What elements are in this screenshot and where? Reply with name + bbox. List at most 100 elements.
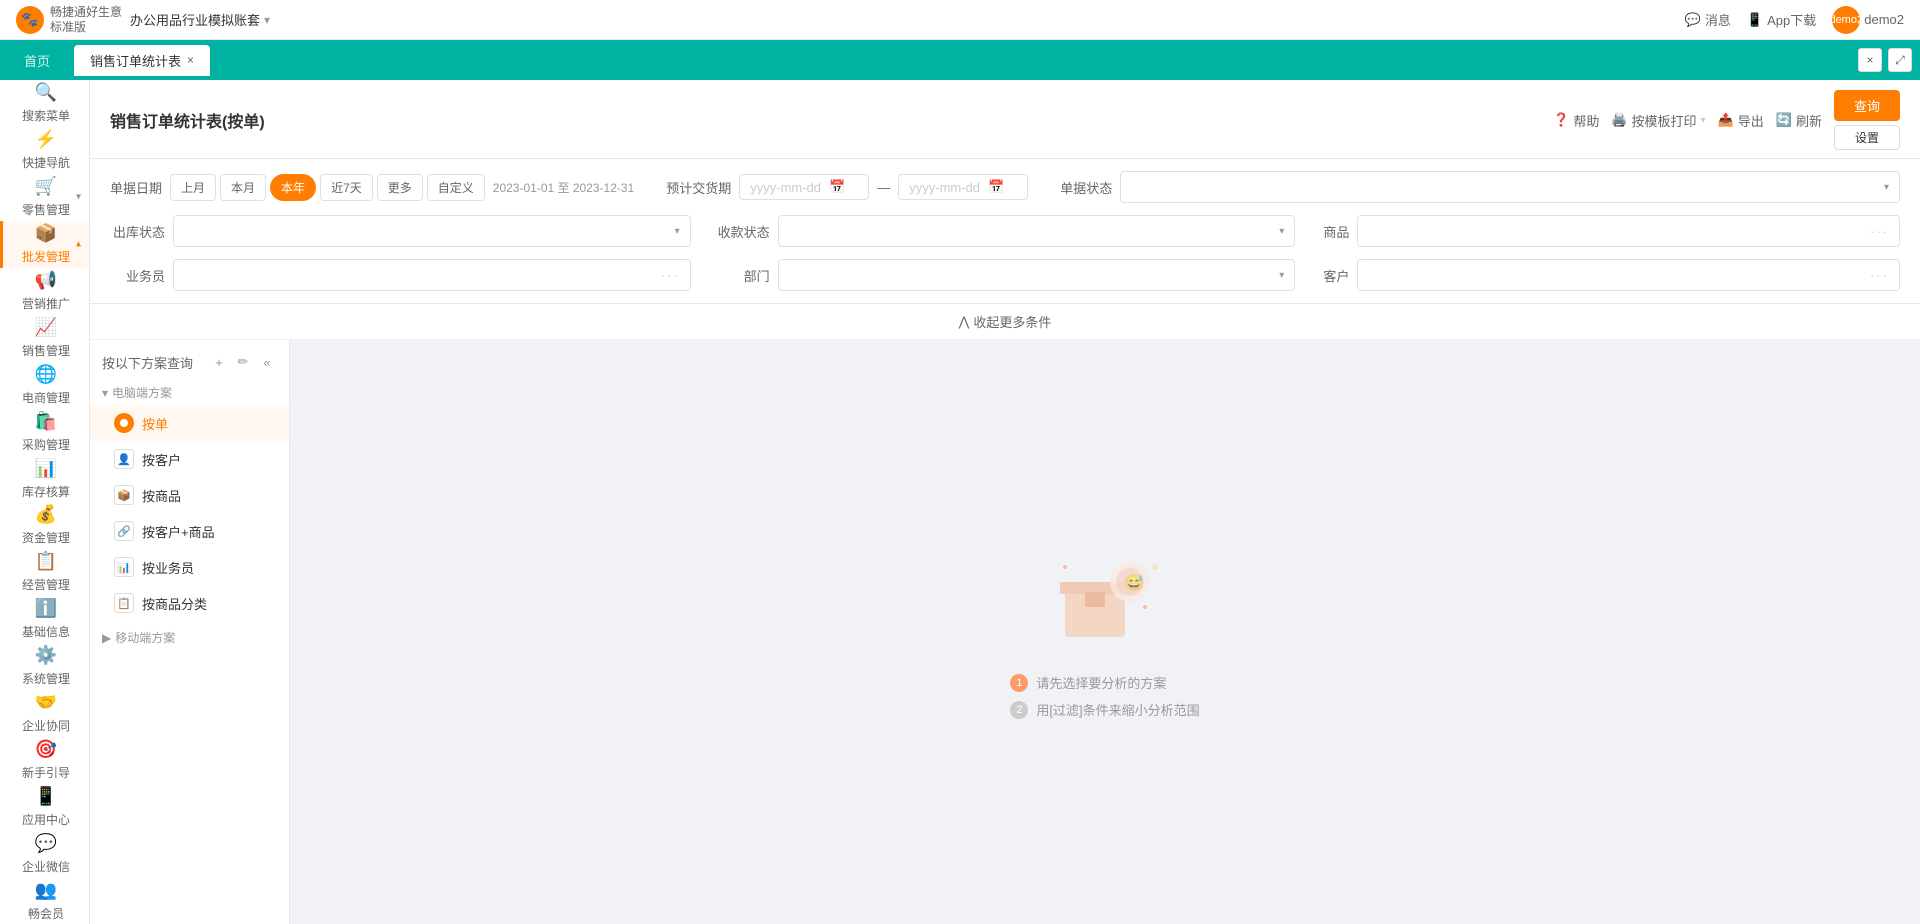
retail-icon: 🛒 xyxy=(35,176,57,197)
order-scheme-icon xyxy=(114,413,134,433)
salesperson-filter: 业务员 ··· xyxy=(110,259,691,291)
app-download-btn[interactable]: 📱 App下载 xyxy=(1747,10,1816,29)
payment-status-label: 收款状态 xyxy=(715,222,770,241)
tip1-num: 1 xyxy=(1010,674,1028,692)
salesperson-scheme-icon: 📊 xyxy=(114,557,134,577)
scheme-edit-btn[interactable]: ✏ xyxy=(233,352,253,372)
top-title: 办公用品行业模拟账套 ▾ xyxy=(130,10,270,29)
sidebar-item-retail[interactable]: 🛒 零售管理 ▾ xyxy=(0,174,89,221)
svg-text:😅: 😅 xyxy=(1124,574,1144,592)
goods-input[interactable]: ··· xyxy=(1357,215,1900,247)
messages-btn[interactable]: 💬 消息 xyxy=(1685,10,1731,29)
sidebar-item-system[interactable]: ⚙️ 系统管理 xyxy=(0,643,89,690)
date-label: 单据日期 xyxy=(110,178,162,197)
tab-sales-order[interactable]: 销售订单统计表 × xyxy=(74,45,210,76)
customer-input[interactable]: ··· xyxy=(1357,259,1900,291)
tab-close-window-btn[interactable]: × xyxy=(1858,48,1882,72)
tab-home[interactable]: 首页 xyxy=(8,45,66,76)
customer-goods-scheme-icon: 🔗 xyxy=(114,521,134,541)
customer-scheme-icon: 👤 xyxy=(114,449,134,469)
print-icon: 🖨️ xyxy=(1611,112,1627,128)
left-scheme-panel: 按以下方案查询 + ✏ « ▾ 电脑端方案 xyxy=(90,340,290,924)
tab-actions: × ⤢ xyxy=(1858,48,1912,72)
collapse-label: ⋀ 收起更多条件 xyxy=(959,312,1052,331)
empty-illustration: 😅 xyxy=(1045,537,1165,657)
scheme-group-pc: ▾ 电脑端方案 按单 👤 按客户 📦 xyxy=(90,380,289,621)
scheme-item-by-salesperson[interactable]: 📊 按业务员 xyxy=(90,549,289,585)
refresh-icon: 🔄 xyxy=(1776,112,1792,128)
sidebar-item-member[interactable]: 👥 畅会员 xyxy=(0,877,89,924)
query-button[interactable]: 查询 xyxy=(1834,90,1900,121)
sidebar-item-collab[interactable]: 🤝 企业协同 xyxy=(0,690,89,737)
dropdown-arrow-icon[interactable]: ▾ xyxy=(264,13,270,27)
tab-close-icon[interactable]: × xyxy=(187,53,194,67)
sidebar-item-ecommerce[interactable]: 🌐 电商管理 xyxy=(0,361,89,408)
nav-tabs-bar: 首页 销售订单统计表 × × ⤢ xyxy=(0,40,1920,80)
sales-icon: 📈 xyxy=(35,317,57,338)
last-month-btn[interactable]: 上月 xyxy=(170,174,216,201)
status-filter: 单据状态 ▾ xyxy=(1060,171,1900,203)
sidebar-item-apps[interactable]: 📱 应用中心 xyxy=(0,783,89,830)
help-icon: ❓ xyxy=(1553,112,1569,128)
sidebar-item-sales[interactable]: 📈 销售管理 xyxy=(0,314,89,361)
logo-area: 🐾 畅捷通好生意 标准版 xyxy=(16,5,122,34)
customer-label: 客户 xyxy=(1319,266,1349,285)
scheme-item-by-goods-category[interactable]: 📋 按商品分类 xyxy=(90,585,289,621)
main-layout: 🔍 搜索菜单 ⚡ 快捷导航 🛒 零售管理 ▾ 📦 批发管理 ▴ 📢 营销推广 📈… xyxy=(0,80,1920,924)
page-header: 销售订单统计表(按单) ❓ 帮助 🖨️ 按模板打印 ▾ 📤 导出 🔄 刷新 xyxy=(90,80,1920,159)
status-select[interactable]: ▾ xyxy=(1120,171,1900,203)
sidebar-item-inventory[interactable]: 📊 库存核算 xyxy=(0,455,89,502)
settings-button[interactable]: 设置 xyxy=(1834,125,1900,150)
date-filter: 单据日期 上月 本月 本年 近7天 更多 自定义 2023-01-01 至 20… xyxy=(110,174,634,201)
scheme-collapse-btn[interactable]: « xyxy=(257,352,277,372)
sidebar-item-wechat[interactable]: 💬 企业微信 xyxy=(0,830,89,877)
top-bar-right: 💬 消息 📱 App下载 demo2 demo2 xyxy=(1685,6,1904,34)
payment-status-select[interactable]: ▾ xyxy=(778,215,1296,247)
sidebar-item-quick-nav[interactable]: ⚡ 快捷导航 xyxy=(0,127,89,174)
customer-filter: 客户 ··· xyxy=(1319,259,1900,291)
refresh-btn[interactable]: 🔄 刷新 xyxy=(1776,111,1822,130)
dept-dropdown-icon: ▾ xyxy=(1279,270,1284,281)
category-scheme-icon: 📋 xyxy=(114,593,134,613)
sidebar-item-purchase[interactable]: 🛍️ 采购管理 xyxy=(0,408,89,455)
this-month-btn[interactable]: 本月 xyxy=(220,174,266,201)
ecommerce-icon: 🌐 xyxy=(35,364,57,385)
more-date-btn[interactable]: 更多 xyxy=(377,174,423,201)
out-status-select[interactable]: ▾ xyxy=(173,215,691,247)
sidebar-item-business[interactable]: 📋 经营管理 xyxy=(0,549,89,596)
export-btn[interactable]: 📤 导出 xyxy=(1718,111,1764,130)
filter-row-3: 业务员 ··· 部门 ▾ 客户 ··· xyxy=(110,259,1900,291)
date-range-text: 2023-01-01 至 2023-12-31 xyxy=(493,179,634,196)
out-status-dropdown-icon: ▾ xyxy=(675,226,680,237)
last7days-btn[interactable]: 近7天 xyxy=(320,174,373,201)
collapse-bar[interactable]: ⋀ 收起更多条件 xyxy=(90,304,1920,340)
quick-nav-icon: ⚡ xyxy=(35,129,57,150)
help-btn[interactable]: ❓ 帮助 xyxy=(1553,111,1599,130)
sidebar-item-guide[interactable]: 🎯 新手引导 xyxy=(0,736,89,783)
this-year-btn[interactable]: 本年 xyxy=(270,174,316,201)
scheme-item-by-goods[interactable]: 📦 按商品 xyxy=(90,477,289,513)
scheme-item-by-customer[interactable]: 👤 按客户 xyxy=(90,441,289,477)
salesperson-input[interactable]: ··· xyxy=(173,259,691,291)
expected-date-end[interactable]: yyyy-mm-dd 📅 xyxy=(898,174,1028,200)
user-avatar[interactable]: demo2 demo2 xyxy=(1832,6,1904,34)
goods-label: 商品 xyxy=(1319,222,1349,241)
sidebar-item-basic-info[interactable]: ℹ️ 基础信息 xyxy=(0,596,89,643)
scheme-item-by-customer-goods[interactable]: 🔗 按客户+商品 xyxy=(90,513,289,549)
scheme-add-btn[interactable]: + xyxy=(209,352,229,372)
scheme-item-by-order[interactable]: 按单 xyxy=(90,405,289,441)
sidebar: 🔍 搜索菜单 ⚡ 快捷导航 🛒 零售管理 ▾ 📦 批发管理 ▴ 📢 营销推广 📈… xyxy=(0,80,90,924)
chevron-right-mobile-icon: ▶ xyxy=(102,631,111,645)
tab-maximize-btn[interactable]: ⤢ xyxy=(1888,48,1912,72)
custom-date-btn[interactable]: 自定义 xyxy=(427,174,485,201)
print-btn[interactable]: 🖨️ 按模板打印 ▾ xyxy=(1611,111,1705,130)
dept-select[interactable]: ▾ xyxy=(778,259,1296,291)
guide-icon: 🎯 xyxy=(35,739,57,760)
sidebar-item-wholesale[interactable]: 📦 批发管理 ▴ xyxy=(0,221,89,268)
sidebar-item-marketing[interactable]: 📢 营销推广 xyxy=(0,268,89,315)
expected-date-start[interactable]: yyyy-mm-dd 📅 xyxy=(739,174,869,200)
sidebar-item-search[interactable]: 🔍 搜索菜单 xyxy=(0,80,89,127)
scheme-group-pc-title: ▾ 电脑端方案 xyxy=(90,380,289,405)
sidebar-item-finance[interactable]: 💰 资金管理 xyxy=(0,502,89,549)
collab-icon: 🤝 xyxy=(35,692,57,713)
